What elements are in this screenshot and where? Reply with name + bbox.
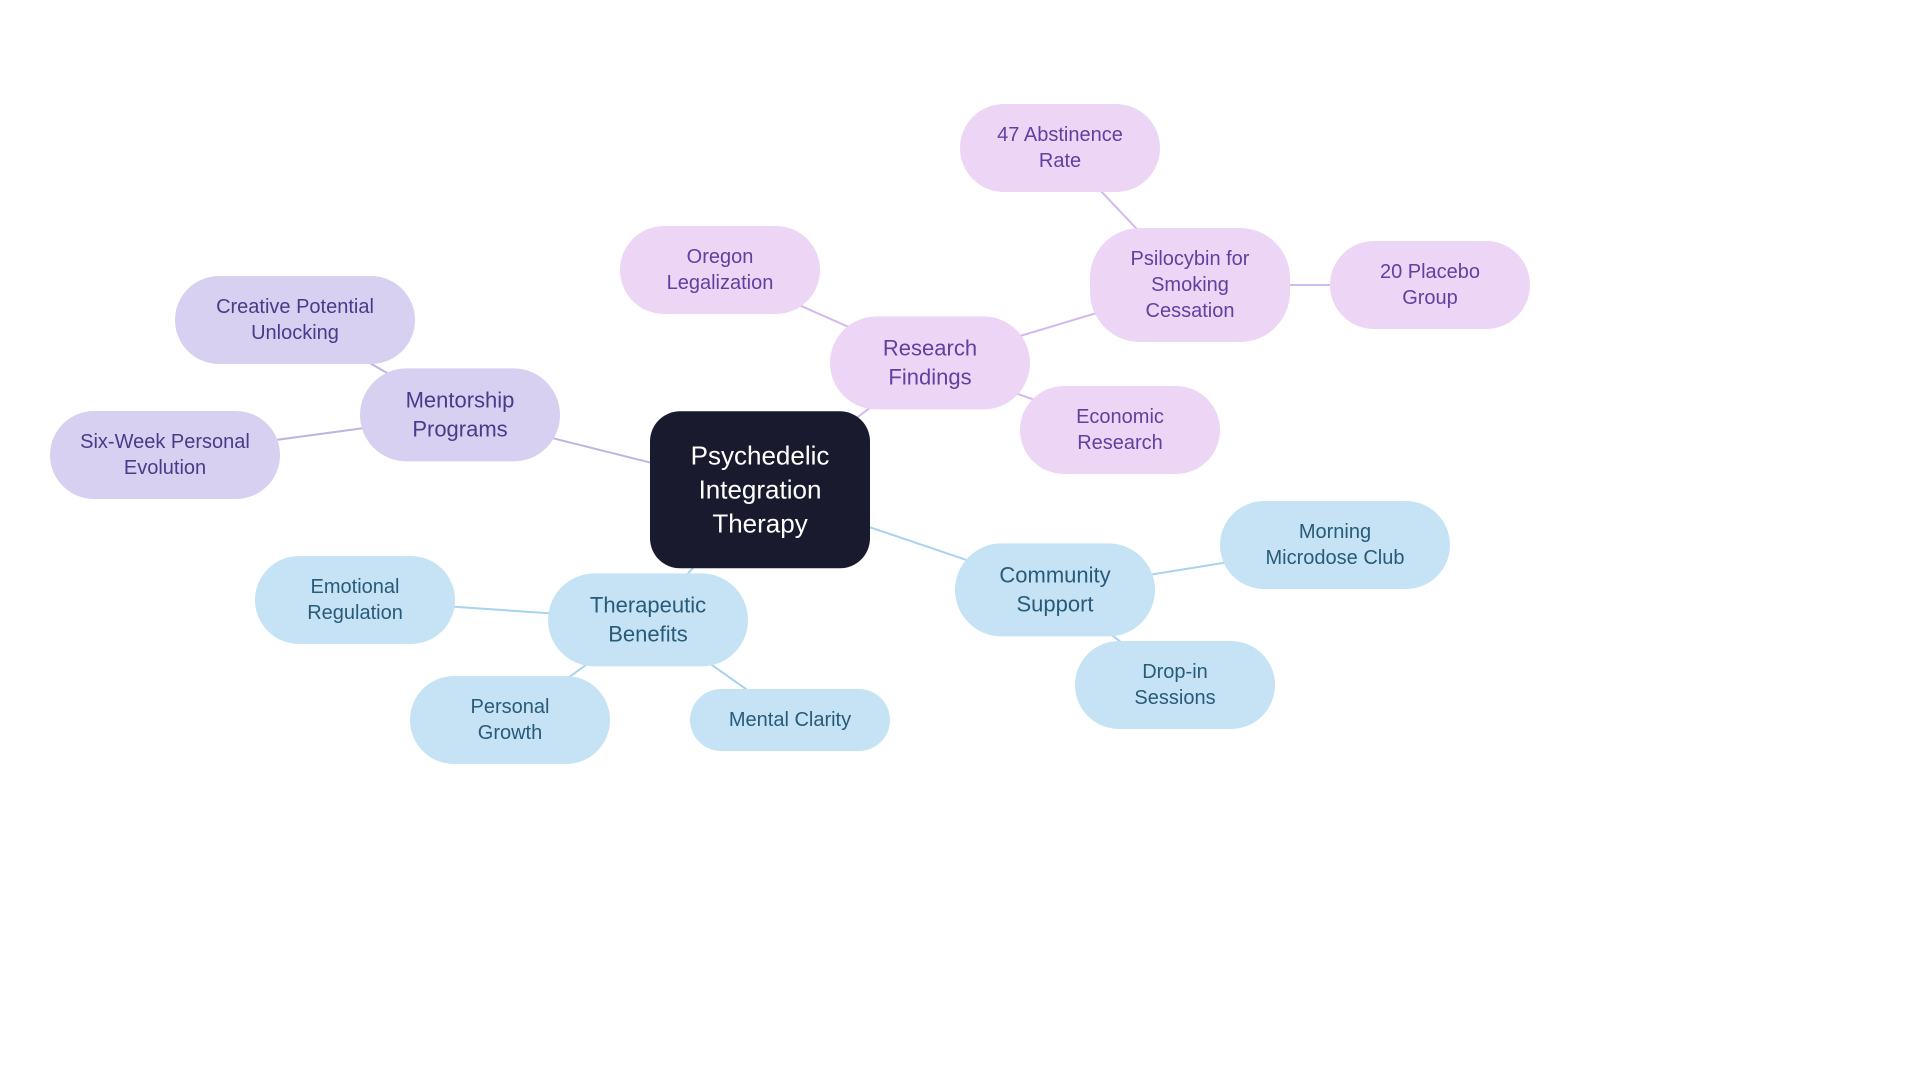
placebo-group-node[interactable]: 20 Placebo Group	[1330, 241, 1530, 329]
research-findings-node[interactable]: Research Findings	[830, 316, 1030, 409]
personal-growth-node[interactable]: Personal Growth	[410, 676, 610, 764]
oregon-legalization-node[interactable]: Oregon Legalization	[620, 226, 820, 314]
economic-research-node[interactable]: Economic Research	[1020, 386, 1220, 474]
community-support-node[interactable]: Community Support	[955, 543, 1155, 636]
mental-clarity-node[interactable]: Mental Clarity	[690, 689, 890, 751]
drop-in-sessions-node[interactable]: Drop-in Sessions	[1075, 641, 1275, 729]
six-week-node[interactable]: Six-Week Personal Evolution	[50, 411, 280, 499]
mind-map-svg	[0, 0, 1920, 1083]
creative-potential-node[interactable]: Creative Potential Unlocking	[175, 276, 415, 364]
morning-microdose-node[interactable]: Morning Microdose Club	[1220, 501, 1450, 589]
therapeutic-benefits-node[interactable]: Therapeutic Benefits	[548, 573, 748, 666]
psilocybin-smoking-node[interactable]: Psilocybin for Smoking Cessation	[1090, 228, 1290, 342]
center-node[interactable]: Psychedelic Integration Therapy	[650, 411, 870, 568]
emotional-regulation-node[interactable]: Emotional Regulation	[255, 556, 455, 644]
mentorship-programs-node[interactable]: Mentorship Programs	[360, 368, 560, 461]
abstinence-rate-node[interactable]: 47 Abstinence Rate	[960, 104, 1160, 192]
